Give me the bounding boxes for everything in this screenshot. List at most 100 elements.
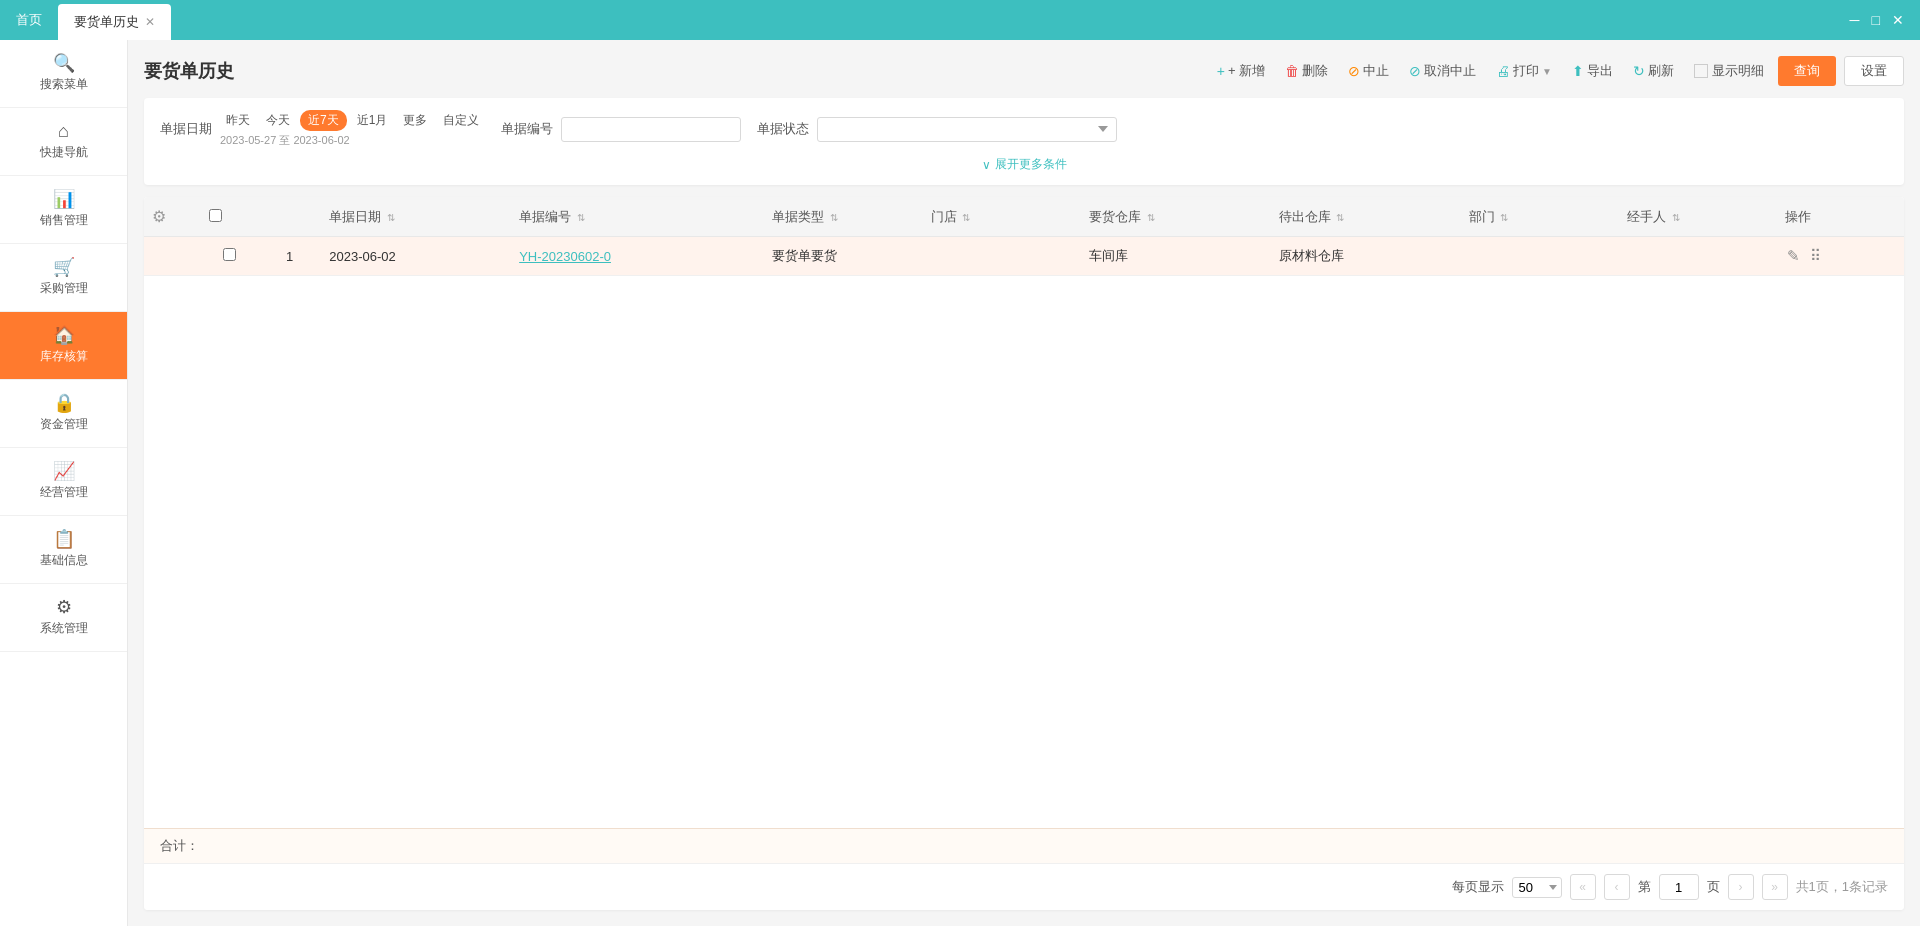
doc-status-select[interactable] xyxy=(817,117,1117,142)
sidebar-item-system-mgmt[interactable]: ⚙ 系统管理 xyxy=(0,584,127,652)
search-icon: 🔍 xyxy=(53,54,75,72)
dept-col-header[interactable]: 部门 ⇅ xyxy=(1461,197,1619,237)
sidebar-item-sales-mgmt[interactable]: 📊 销售管理 xyxy=(0,176,127,244)
date-today[interactable]: 今天 xyxy=(260,110,296,131)
checkbox-col-header[interactable] xyxy=(201,197,258,237)
print-button[interactable]: 🖨 打印 ▼ xyxy=(1490,58,1558,84)
date-more[interactable]: 更多 xyxy=(397,110,433,131)
row-settings-cell xyxy=(144,237,201,276)
row-store-cell xyxy=(923,237,1081,276)
page-label: 第 xyxy=(1638,878,1651,896)
expand-down-icon: ∨ xyxy=(982,158,991,172)
warehouse-col-header[interactable]: 要货仓库 ⇅ xyxy=(1081,197,1271,237)
refresh-button[interactable]: ↻ 刷新 xyxy=(1627,58,1680,84)
print-icon: 🖨 xyxy=(1496,63,1510,79)
code-col-header[interactable]: 单据编号 ⇅ xyxy=(511,197,764,237)
row-checkbox[interactable] xyxy=(223,248,236,261)
row-code-link[interactable]: YH-20230602-0 xyxy=(519,249,611,264)
row-number-cell: 1 xyxy=(258,237,321,276)
pending-col-header[interactable]: 待出仓库 ⇅ xyxy=(1271,197,1461,237)
export-icon: ⬆ xyxy=(1572,63,1584,79)
row-warehouse-cell: 车间库 xyxy=(1081,237,1271,276)
date-yesterday[interactable]: 昨天 xyxy=(220,110,256,131)
export-button[interactable]: ⬆ 导出 xyxy=(1566,58,1619,84)
display-cell-button[interactable]: 显示明细 xyxy=(1688,58,1770,84)
pending-col-label: 待出仓库 xyxy=(1279,209,1331,224)
page-number-input[interactable] xyxy=(1659,874,1699,900)
filter-row: 单据日期 昨天 今天 近7天 近1月 更多 自定义 2023-05-27 至 2… xyxy=(160,110,1888,148)
expand-more-button[interactable]: ∨ 展开更多条件 xyxy=(160,156,1888,173)
pagination-bar: 每页显示 10 20 50 100 « ‹ 第 页 › » 共1页，1条记录 xyxy=(144,863,1904,910)
date-shortcuts: 昨天 今天 近7天 近1月 更多 自定义 xyxy=(220,110,485,131)
pending-sort-icon[interactable]: ⇅ xyxy=(1336,212,1344,223)
type-sort-icon[interactable]: ⇅ xyxy=(830,212,838,223)
sidebar-item-quick-nav[interactable]: ⌂ 快捷导航 xyxy=(0,108,127,176)
sidebar-item-fund-mgmt[interactable]: 🔒 资金管理 xyxy=(0,380,127,448)
code-sort-icon[interactable]: ⇅ xyxy=(577,212,585,223)
table-body: 1 2023-06-02 YH-20230602-0 要货单要货 车间库 原材料… xyxy=(144,237,1904,276)
sidebar-item-basic-info[interactable]: 📋 基础信息 xyxy=(0,516,127,584)
date-col-header[interactable]: 单据日期 ⇅ xyxy=(321,197,511,237)
date-sort-icon[interactable]: ⇅ xyxy=(387,212,395,223)
sidebar-item-purchase-mgmt[interactable]: 🛒 采购管理 xyxy=(0,244,127,312)
maximize-button[interactable]: □ xyxy=(1872,12,1880,28)
dept-sort-icon[interactable]: ⇅ xyxy=(1500,212,1508,223)
row-checkbox-cell[interactable] xyxy=(201,237,258,276)
inventory-icon: 🏠 xyxy=(53,326,75,344)
new-button[interactable]: + + 新增 xyxy=(1211,58,1271,84)
sidebar-item-inventory-calc[interactable]: 🏠 库存核算 xyxy=(0,312,127,380)
date-last7days[interactable]: 近7天 xyxy=(300,110,347,131)
prev-page-button[interactable]: ‹ xyxy=(1604,874,1630,900)
warehouse-col-label: 要货仓库 xyxy=(1089,209,1141,224)
query-button[interactable]: 查询 xyxy=(1778,56,1836,86)
minimize-button[interactable]: ─ xyxy=(1850,12,1860,28)
store-col-label: 门店 xyxy=(931,209,957,224)
handler-sort-icon[interactable]: ⇅ xyxy=(1672,212,1680,223)
content-area: 要货单历史 + + 新增 🗑 删除 ⊘ 中止 ⊘ 取消中止 xyxy=(128,40,1920,926)
store-sort-icon[interactable]: ⇅ xyxy=(962,212,970,223)
date-last-month[interactable]: 近1月 xyxy=(351,110,394,131)
close-button[interactable]: ✕ xyxy=(1892,12,1904,28)
type-col-header[interactable]: 单据类型 ⇅ xyxy=(764,197,922,237)
edit-icon[interactable]: ✎ xyxy=(1785,245,1802,267)
dept-col-label: 部门 xyxy=(1469,209,1495,224)
tab-home[interactable]: 首页 xyxy=(0,0,58,40)
doc-number-input[interactable] xyxy=(561,117,741,142)
doc-number-filter-group: 单据编号 xyxy=(501,117,741,142)
top-bar: 首页 要货单历史 ✕ ─ □ ✕ xyxy=(0,0,1920,40)
page-title: 要货单历史 xyxy=(144,59,1211,83)
column-settings-icon[interactable]: ⚙ xyxy=(152,208,166,225)
select-all-checkbox[interactable] xyxy=(209,209,222,222)
display-cell-label: 显示明细 xyxy=(1712,62,1764,80)
settings-button[interactable]: 设置 xyxy=(1844,56,1904,86)
row-code-cell[interactable]: YH-20230602-0 xyxy=(511,237,764,276)
gear-icon: ⚙ xyxy=(56,598,72,616)
tab-label: 要货单历史 xyxy=(74,13,139,31)
next-page-button[interactable]: › xyxy=(1728,874,1754,900)
last-page-button[interactable]: » xyxy=(1762,874,1788,900)
settings-col-header[interactable]: ⚙ xyxy=(144,197,201,237)
sidebar-item-search-menu[interactable]: 🔍 搜索菜单 xyxy=(0,40,127,108)
first-page-button[interactable]: « xyxy=(1570,874,1596,900)
print-dropdown-icon: ▼ xyxy=(1542,66,1552,77)
cancel-suspend-button[interactable]: ⊘ 取消中止 xyxy=(1403,58,1482,84)
warehouse-sort-icon[interactable]: ⇅ xyxy=(1147,212,1155,223)
close-icon[interactable]: ✕ xyxy=(145,15,155,29)
page-size-select[interactable]: 10 20 50 100 xyxy=(1512,877,1562,898)
expand-label: 展开更多条件 xyxy=(995,156,1067,173)
handler-col-header[interactable]: 经手人 ⇅ xyxy=(1619,197,1777,237)
refresh-label: 刷新 xyxy=(1648,62,1674,80)
suspend-label: 中止 xyxy=(1363,62,1389,80)
toolbar: + + 新增 🗑 删除 ⊘ 中止 ⊘ 取消中止 🖨 打印 xyxy=(1211,56,1904,86)
display-cell-checkbox xyxy=(1694,64,1708,78)
date-range-display: 2023-05-27 至 2023-06-02 xyxy=(220,133,485,148)
date-custom[interactable]: 自定义 xyxy=(437,110,485,131)
delete-button[interactable]: 🗑 删除 xyxy=(1279,58,1334,84)
tab-requisition-history[interactable]: 要货单历史 ✕ xyxy=(58,4,171,40)
sidebar-label: 销售管理 xyxy=(40,212,88,229)
more-icon[interactable]: ⠿ xyxy=(1808,245,1823,267)
store-col-header[interactable]: 门店 ⇅ xyxy=(923,197,1081,237)
suspend-button[interactable]: ⊘ 中止 xyxy=(1342,58,1395,84)
data-table: ⚙ 单据日期 ⇅ 单据编号 xyxy=(144,197,1904,276)
sidebar-item-ops-mgmt[interactable]: 📈 经营管理 xyxy=(0,448,127,516)
